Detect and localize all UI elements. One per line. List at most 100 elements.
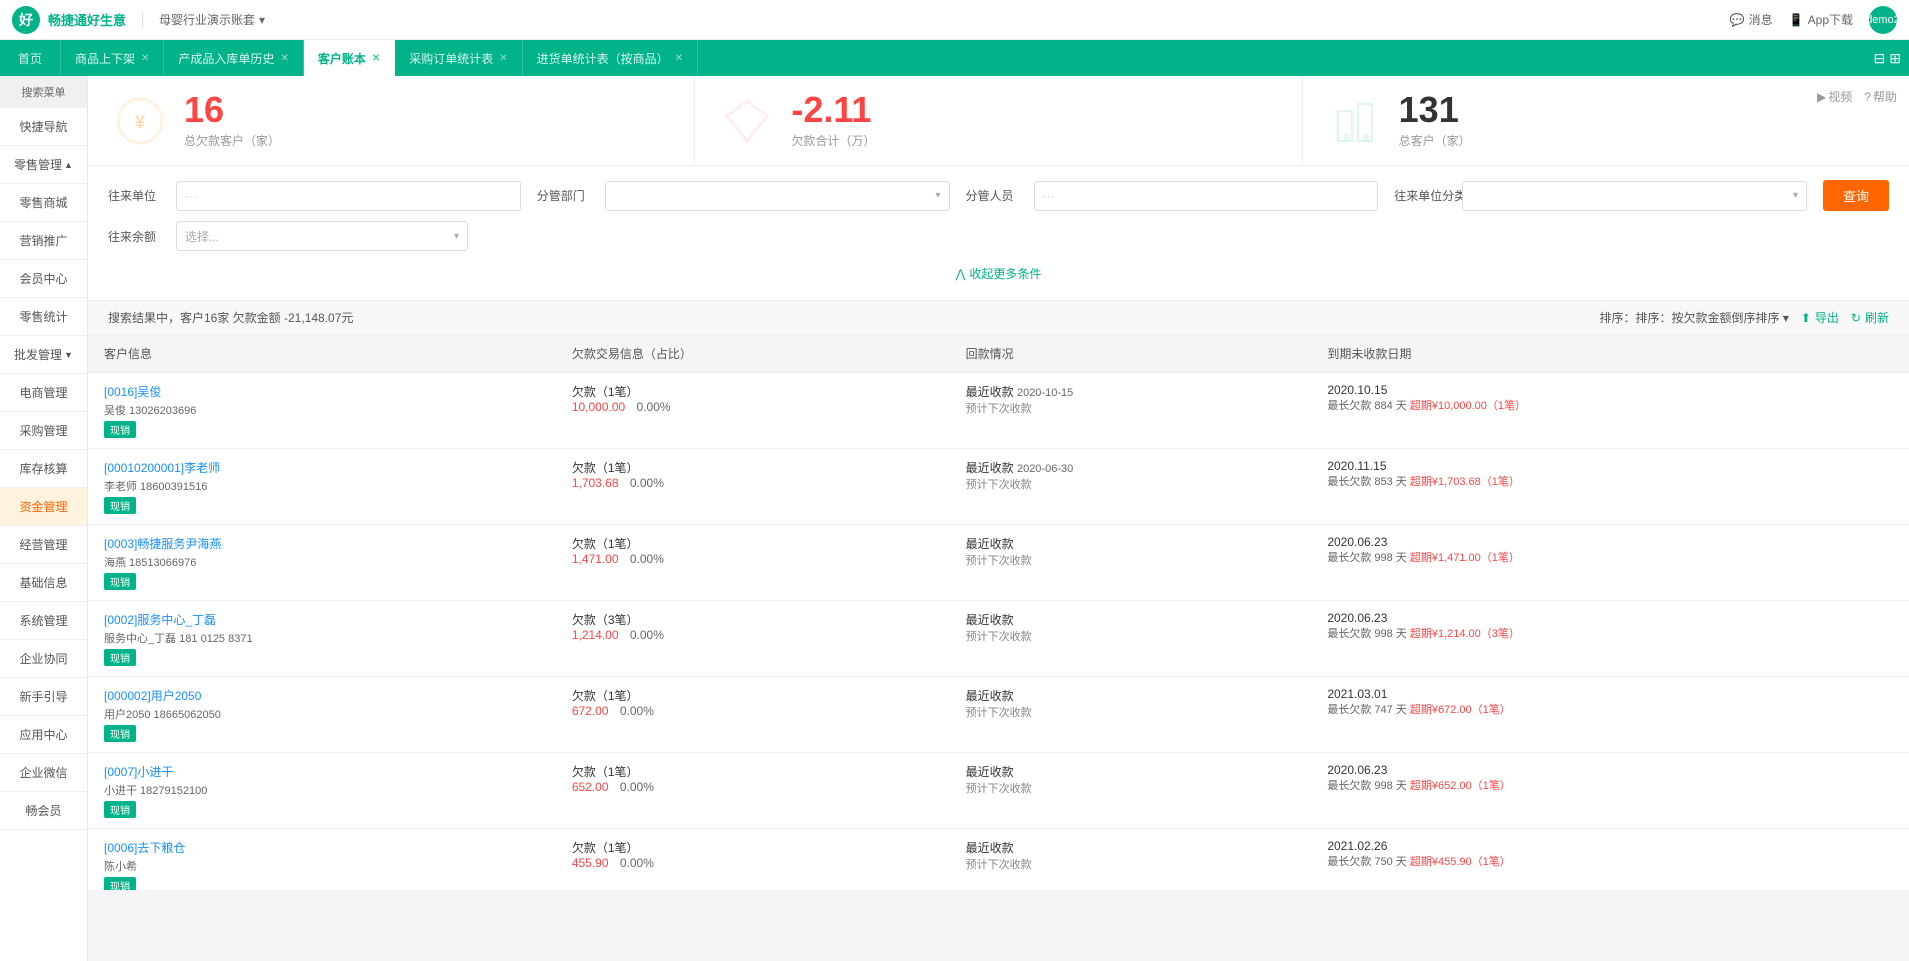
customer-name[interactable]: [00010200001]李老师 [104, 459, 540, 476]
query-button[interactable]: 查询 [1823, 180, 1889, 211]
video-btn[interactable]: ▶ 视频 [1817, 88, 1852, 105]
overdue-link[interactable]: 超期¥10,000.00（1笔） [1410, 400, 1526, 412]
percentage: 0.00% [620, 780, 654, 794]
col-customer-info: 客户信息 [88, 335, 556, 373]
sidebar-item-member[interactable]: 会员中心 [0, 260, 87, 298]
amount-value[interactable]: 1,703.68 [572, 476, 619, 490]
sidebar-item-wholesale[interactable]: 批发管理 ▼ [0, 336, 87, 374]
manager-input[interactable]: ··· [1034, 181, 1379, 211]
amount-value[interactable]: 1,471.00 [572, 552, 619, 566]
unit-category-select[interactable]: ▾ [1462, 181, 1807, 211]
table-row: [00010200001]李老师 李老师 18600391516 现销 欠款（1… [88, 449, 1909, 525]
amount-value[interactable]: 652.00 [572, 780, 609, 794]
search-menu[interactable]: 搜索菜单 [0, 76, 87, 108]
chevron-down-icon: ▾ [454, 231, 459, 242]
overdue-days: 最长欠款 998 天 [1327, 628, 1410, 640]
avatar[interactable]: demo2 [1869, 6, 1897, 34]
close-icon[interactable]: ✕ [372, 53, 380, 64]
help-btn[interactable]: ? 帮助 [1864, 88, 1897, 105]
amount-value[interactable]: 672.00 [572, 704, 609, 718]
table-row: [0003]畅捷服务尹海燕 海燕 18513066976 现销 欠款（1笔） 1… [88, 525, 1909, 601]
tab-product-history[interactable]: 产成品入库单历史 ✕ [164, 40, 303, 76]
manager-label: 分管人员 [966, 187, 1026, 204]
sidebar-item-purchase[interactable]: 采购管理 [0, 412, 87, 450]
due-date: 2020.06.23 [1327, 763, 1893, 777]
store-selector[interactable]: 母婴行业演示账套 ▾ [159, 11, 265, 28]
app-download-btn[interactable]: 📱 App下载 [1789, 11, 1853, 28]
customer-name[interactable]: [0016]吴俊 [104, 383, 540, 400]
close-icon[interactable]: ✕ [675, 53, 683, 64]
message-btn[interactable]: 💬 消息 [1730, 11, 1773, 28]
sidebar-item-ecommerce[interactable]: 电商管理 [0, 374, 87, 412]
next-collect: 预计下次收款 [966, 400, 1296, 416]
stat-info-customers: 16 总欠款客户（家） [184, 92, 670, 149]
export-btn[interactable]: ⬆ 导出 [1801, 309, 1839, 326]
recent-date: 2020-06-30 [1017, 463, 1073, 475]
sidebar-item-app-center[interactable]: 应用中心 [0, 716, 87, 754]
tab-product-list[interactable]: 商品上下架 ✕ [61, 40, 164, 76]
sidebar-item-retail-mgmt[interactable]: 零售管理 ▲ [0, 146, 87, 184]
filter-balance: 往来余额 选择... ▾ [108, 221, 468, 251]
table-container: 客户信息 欠款交易信息（占比） 回款情况 到期未收款日期 [0016]吴俊 吴俊… [88, 335, 1909, 890]
dept-select[interactable]: ▾ [605, 181, 950, 211]
sidebar-item-system[interactable]: 系统管理 [0, 602, 87, 640]
overdue-link[interactable]: 超期¥672.00（1笔） [1410, 704, 1511, 716]
customer-name[interactable]: [000002]用户2050 [104, 687, 540, 704]
overdue-link[interactable]: 超期¥1,471.00（1笔） [1410, 552, 1520, 564]
due-date: 2021.03.01 [1327, 687, 1893, 701]
col-debt-info: 欠款交易信息（占比） [556, 335, 950, 373]
tab-purchase-stats[interactable]: 进货单统计表（按商品） ✕ [523, 40, 698, 76]
sidebar-item-wechat[interactable]: 企业微信 [0, 754, 87, 792]
from-unit-input[interactable]: ··· [176, 181, 521, 211]
close-icon[interactable]: ✕ [141, 53, 149, 64]
close-icon[interactable]: ✕ [280, 53, 288, 64]
amount-value[interactable]: 1,214.00 [572, 628, 619, 642]
sidebar-item-retail-mall[interactable]: 零售商城 [0, 184, 87, 222]
table-row: [0006]去下粮仓 陈小希 现销 欠款（1笔） 455.90 0.00% 最近… [88, 829, 1909, 891]
chevron-down-icon: ▼ [64, 350, 73, 360]
customer-name[interactable]: [0002]服务中心_丁磊 [104, 611, 540, 628]
recent-collection: 最近收款 [966, 839, 1296, 856]
tab-bar: 首页 商品上下架 ✕ 产成品入库单历史 ✕ 客户账本 ✕ 采购订单统计表 ✕ 进… [0, 40, 1909, 76]
dept-label: 分管部门 [537, 187, 597, 204]
tab-customer-account[interactable]: 客户账本 ✕ [304, 40, 395, 76]
collapse-btn[interactable]: ⋀ 收起更多条件 [108, 261, 1889, 286]
amount-value[interactable]: 455.90 [572, 856, 609, 870]
sidebar-item-vip[interactable]: 畅会员 [0, 792, 87, 830]
stat-info-amount: -2.11 欠款合计（万） [791, 92, 1277, 149]
sidebar-item-marketing[interactable]: 营销推广 [0, 222, 87, 260]
sidebar-item-basic[interactable]: 基础信息 [0, 564, 87, 602]
top-header: 好 畅捷通好生意 母婴行业演示账套 ▾ 💬 消息 📱 App下载 demo2 [0, 0, 1909, 40]
customer-name[interactable]: [0006]去下粮仓 [104, 839, 540, 856]
filter-unit-category: 往来单位分类 ▾ [1394, 181, 1807, 211]
sidebar-item-inventory[interactable]: 库存核算 [0, 450, 87, 488]
tab-purchase-order[interactable]: 采购订单统计表 ✕ [395, 40, 522, 76]
balance-select[interactable]: 选择... ▾ [176, 221, 468, 251]
sidebar-item-finance[interactable]: 资金管理 [0, 488, 87, 526]
tab-home[interactable]: 首页 [0, 40, 61, 76]
sidebar-item-new-guide[interactable]: 新手引导 [0, 678, 87, 716]
overdue-link[interactable]: 超期¥1,703.68（1笔） [1410, 476, 1520, 488]
sidebar-item-ops[interactable]: 经营管理 [0, 526, 87, 564]
close-icon[interactable]: ✕ [499, 53, 507, 64]
amount-value[interactable]: 10,000.00 [572, 400, 625, 414]
refresh-btn[interactable]: ↻ 刷新 [1851, 309, 1889, 326]
customer-phone: 小进干 18279152100 [104, 782, 540, 798]
sidebar-item-retail-stats[interactable]: 零售统计 [0, 298, 87, 336]
overdue-link[interactable]: 超期¥1,214.00（3笔） [1410, 628, 1520, 640]
debt-desc: 欠款（1笔） [572, 687, 934, 704]
sidebar-item-enterprise[interactable]: 企业协同 [0, 640, 87, 678]
overdue-customers-label: 总欠款客户（家） [184, 132, 670, 149]
logo-icon: 好 [12, 6, 40, 34]
sidebar-item-quick-nav[interactable]: 快捷导航 [0, 108, 87, 146]
recent-collection: 最近收款 [966, 763, 1296, 780]
total-customers-label: 总客户（家） [1399, 132, 1885, 149]
building-icon [1327, 93, 1383, 149]
overdue-link[interactable]: 超期¥455.90（1笔） [1410, 856, 1511, 868]
overdue-link[interactable]: 超期¥652.00（1笔） [1410, 780, 1511, 792]
filter-row-2: 往来余额 选择... ▾ [108, 221, 1889, 251]
customer-name[interactable]: [0007]小进干 [104, 763, 540, 780]
recent-collection: 最近收款 2020-06-30 [966, 459, 1296, 476]
customer-name[interactable]: [0003]畅捷服务尹海燕 [104, 535, 540, 552]
filter-area: 往来单位 ··· 分管部门 ▾ 分管人员 ··· [88, 166, 1909, 301]
